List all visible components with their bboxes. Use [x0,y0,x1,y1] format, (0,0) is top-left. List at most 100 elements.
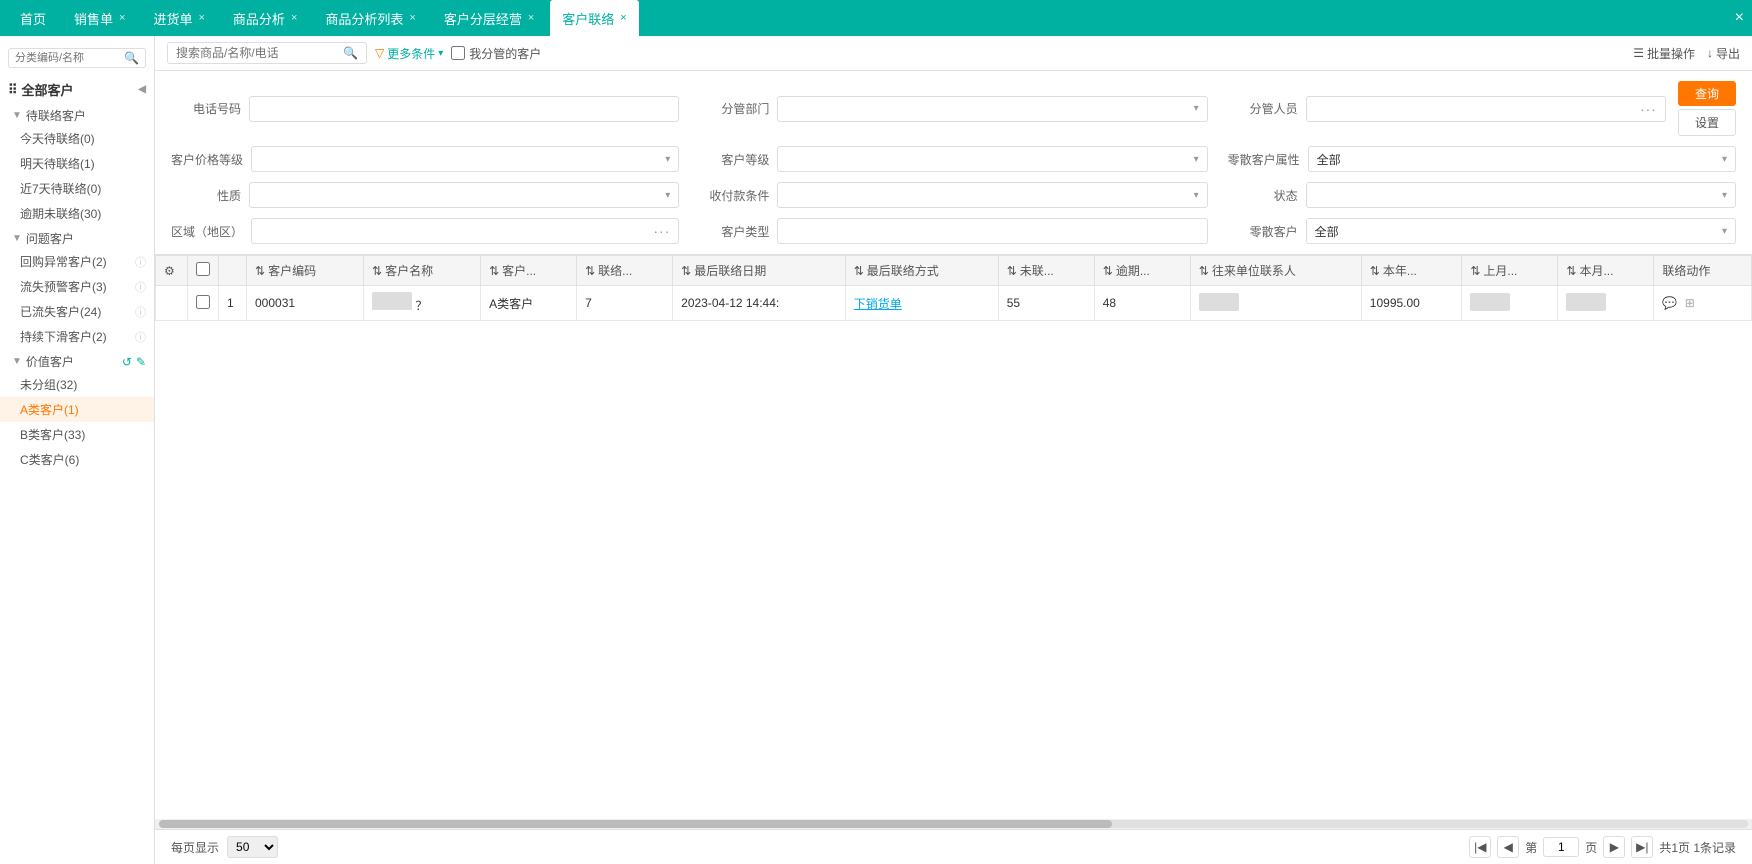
close-all-icon[interactable]: × [1735,9,1744,27]
sidebar-item-overdue[interactable]: 逾期未联络(30) [0,201,154,226]
dept-select[interactable]: ▾ [777,96,1207,122]
horizontal-scrollbar[interactable] [155,819,1752,829]
col-overdue[interactable]: ⇅ 逾期... [1094,256,1190,286]
col-this-month[interactable]: ⇅ 本月... [1558,256,1654,286]
nav-customer-contact-close[interactable]: × [620,12,626,24]
select-all-checkbox[interactable] [196,262,210,276]
sidebar-item-a-class[interactable]: A类客户(1) [0,397,154,422]
col-contact[interactable]: ⇅ 联络... [577,256,673,286]
page-size-select[interactable]: 50 20 100 [227,836,278,858]
edit-icon[interactable]: ✎ [136,355,146,369]
col-last-date[interactable]: ⇅ 最后联络日期 [673,256,846,286]
nav-home-label: 首页 [20,9,46,28]
col-year-sort: ⇅ [1370,264,1380,278]
declining-label: 持续下滑客户(2) [20,328,135,345]
export-btn[interactable]: ↓ 导出 [1707,45,1740,62]
batch-ops-btn[interactable]: ☰ 批量操作 [1633,45,1695,62]
retail-customer-label: 零散客户 [1228,223,1298,240]
page-number-input[interactable] [1543,837,1579,857]
nav-product-analysis-close[interactable]: × [291,12,297,24]
col-code-label: 客户编码 [268,262,316,279]
sidebar-item-churn-warning[interactable]: 流失预警客户(3) ⓘ [0,274,154,299]
retail-customer-select[interactable]: 全部 ▾ [1306,218,1736,244]
col-last-method[interactable]: ⇅ 最后联络方式 [845,256,998,286]
sidebar-item-b-class[interactable]: B类客户(33) [0,422,154,447]
row-checkbox[interactable] [196,295,210,309]
toolbar-search-input[interactable] [176,46,339,60]
retail-attr-select[interactable]: 全部 ▾ [1308,146,1736,172]
person-select[interactable]: ··· [1306,96,1666,122]
my-customer-filter[interactable]: 我分管的客户 [451,45,541,62]
filter-customer-level: 客户等级 ▾ [699,146,1207,172]
sidebar-item-declining[interactable]: 持续下滑客户(2) ⓘ [0,324,154,349]
settings-btn[interactable]: 设置 [1678,109,1736,136]
region-select[interactable]: ··· [251,218,679,244]
toolbar-search-box[interactable]: 🔍 [167,42,367,64]
sidebar-search-input[interactable] [15,52,124,64]
sidebar-item-c-class[interactable]: C类客户(6) [0,447,154,472]
nav-sales-close[interactable]: × [119,12,125,24]
nav-sales[interactable]: 销售单 × [62,0,137,36]
nav-customer-contact[interactable]: 客户联络 × [550,0,638,36]
sidebar-search-box[interactable]: 🔍 [8,48,146,68]
chat-icon[interactable]: 💬 [1662,296,1677,310]
col-tmonth-label: 本月... [1579,262,1613,279]
col-contact-sort: ⇅ [585,264,595,278]
col-no-contact[interactable]: ⇅ 未联... [998,256,1094,286]
price-level-select[interactable]: ▾ [251,146,679,172]
nav-customer-tier[interactable]: 客户分层经营 × [432,0,546,36]
nav-product-analysis[interactable]: 商品分析 × [221,0,309,36]
sidebar-item-churned[interactable]: 已流失客户(24) ⓘ [0,299,154,324]
payment-select[interactable]: ▾ [777,182,1207,208]
nav-product-list-close[interactable]: × [409,12,415,24]
refresh-icon[interactable]: ↺ [122,355,132,369]
query-btn[interactable]: 查询 [1678,81,1736,106]
nav-customer-tier-close[interactable]: × [528,12,534,24]
last-page-btn[interactable]: ▶| [1631,836,1653,858]
sidebar-pending-section[interactable]: ▼ 待联络客户 [0,103,154,126]
sidebar-value-section[interactable]: ▼ 价值客户 ↺ ✎ [0,349,154,372]
col-customer-type[interactable]: ⇅ 客户... [481,256,577,286]
col-settings[interactable]: ⚙ [156,256,188,286]
grid-icon: ⠿ [8,82,18,98]
col-unit-contact[interactable]: ⇅ 往来单位联系人 [1190,256,1361,286]
sidebar-all-customers[interactable]: ⠿ 全部客户 ◀ [0,76,154,103]
col-this-year[interactable]: ⇅ 本年... [1361,256,1462,286]
sidebar-item-today[interactable]: 今天待联络(0) [0,126,154,151]
sidebar-item-7days[interactable]: 近7天待联络(0) [0,176,154,201]
sidebar-item-repurchase-abnormal[interactable]: 回购异常客户(2) ⓘ [0,249,154,274]
col-name[interactable]: ⇅ 客户名称 [364,256,481,286]
sidebar-problem-section[interactable]: ▼ 问题客户 [0,226,154,249]
row-name: ？ [415,299,427,313]
row-method-link[interactable]: 下销货单 [854,297,902,311]
my-customer-checkbox[interactable] [451,46,465,60]
customer-level-select[interactable]: ▾ [777,146,1207,172]
nav-product-list-label: 商品分析列表 [325,9,403,28]
nav-home[interactable]: 首页 [8,0,58,36]
payment-label: 收付款条件 [699,187,769,204]
col-type-sort: ⇅ [489,264,499,278]
grid-action-icon[interactable]: ⊞ [1685,296,1695,310]
col-year-label: 本年... [1383,262,1417,279]
sidebar-item-ungrouped[interactable]: 未分组(32) [0,372,154,397]
next-page-btn[interactable]: ▶ [1603,836,1625,858]
filter-more-btn[interactable]: ▽ 更多条件 ▾ [375,45,443,62]
batch-icon: ☰ [1633,46,1644,60]
first-page-btn[interactable]: |◀ [1469,836,1491,858]
nav-purchase-close[interactable]: × [198,12,204,24]
nav-purchase[interactable]: 进货单 × [141,0,216,36]
status-select[interactable]: ▾ [1306,182,1736,208]
nav-product-list[interactable]: 商品分析列表 × [313,0,427,36]
prev-page-btn[interactable]: ◀ [1497,836,1519,858]
col-code[interactable]: ⇅ 客户编码 [247,256,364,286]
settings-icon[interactable]: ⚙ [164,264,175,278]
col-name-label: 客户名称 [385,262,433,279]
nature-select[interactable]: ▾ [249,182,679,208]
price-level-chevron: ▾ [665,154,670,165]
customer-type-input[interactable] [777,218,1207,244]
sidebar-item-tomorrow[interactable]: 明天待联络(1) [0,151,154,176]
col-last-month[interactable]: ⇅ 上月... [1462,256,1558,286]
phone-input[interactable] [249,96,679,122]
scrollbar-thumb[interactable] [159,820,1112,828]
toolbar: 🔍 ▽ 更多条件 ▾ 我分管的客户 ☰ 批量操作 ↓ 导出 [155,36,1752,71]
